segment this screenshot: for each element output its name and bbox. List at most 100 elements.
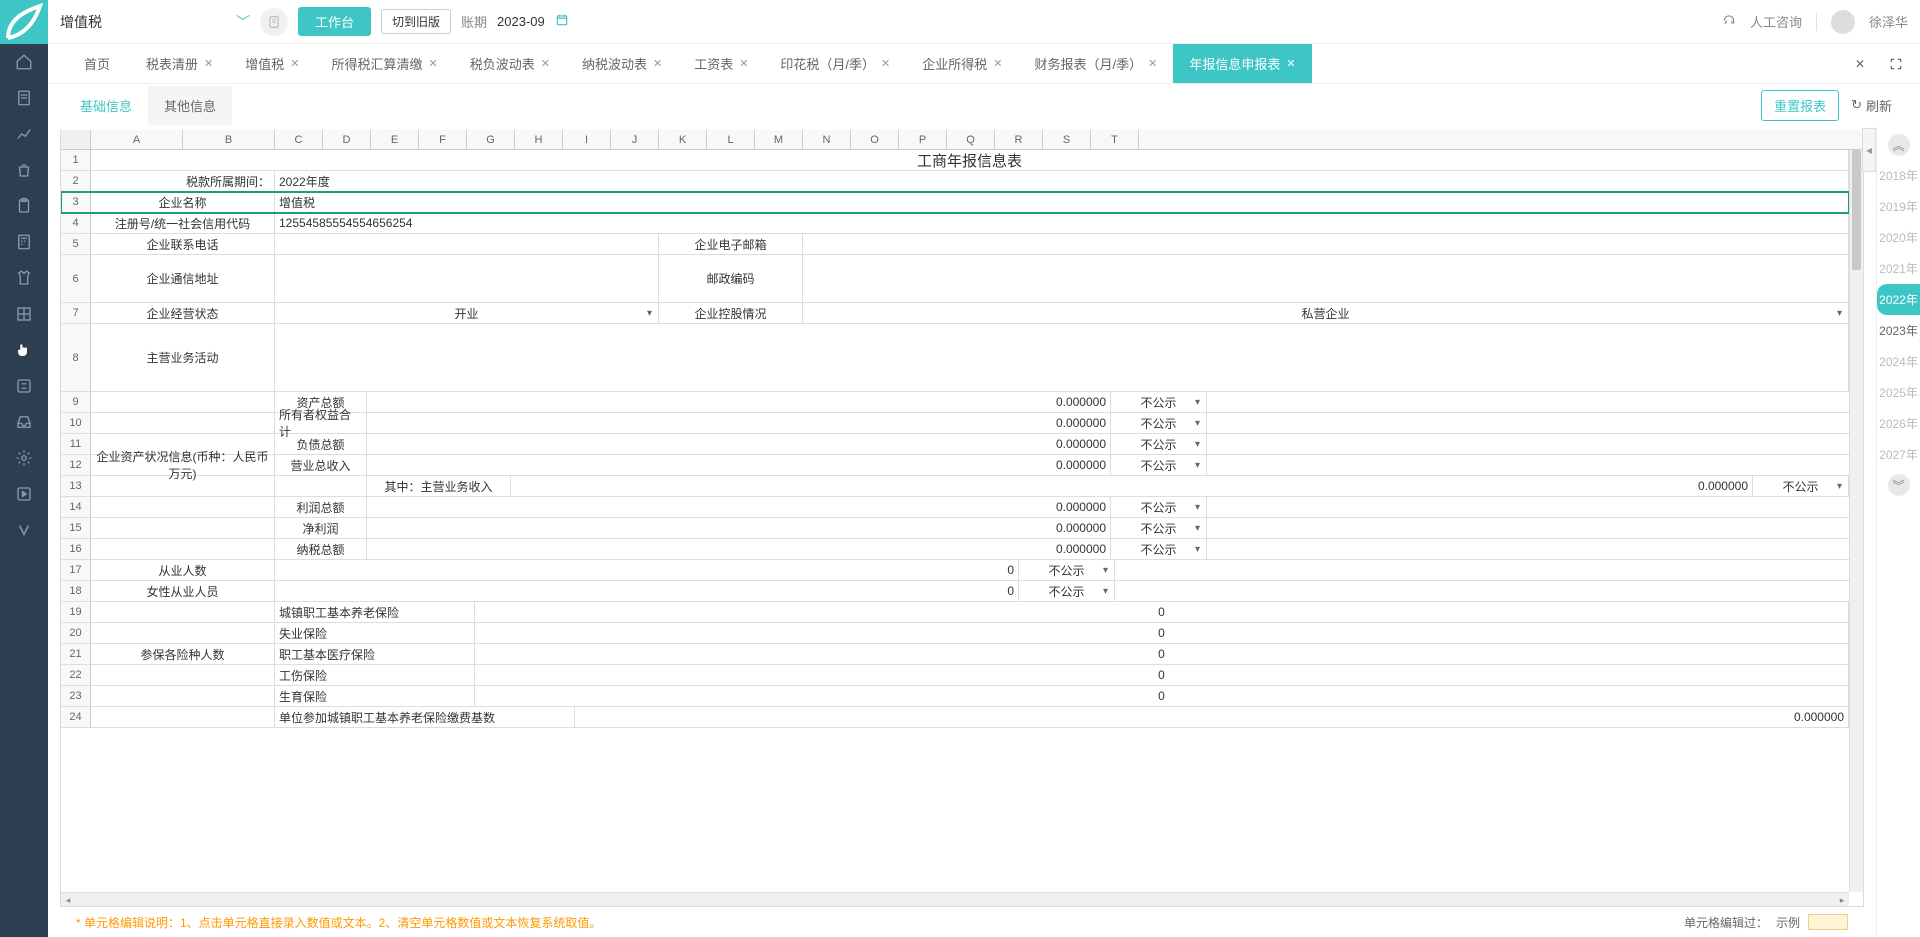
row-header[interactable]: 13 [61,476,91,496]
ins-val[interactable]: 0 [475,602,1849,622]
close-icon[interactable]: ✕ [1286,57,1295,70]
collapse-handle[interactable]: ◂ [1862,128,1876,172]
note-icon[interactable] [260,8,288,36]
tab-纳税波动表[interactable]: 纳税波动表✕ [566,44,678,83]
spreadsheet[interactable]: ABCDEFGHIJKLMNOPQRST 1工商年报信息表2税款所属期间：202… [60,130,1864,907]
row-header[interactable]: 21 [61,644,91,664]
subtab-basic[interactable]: 基础信息 [64,86,148,125]
row-header[interactable]: 4 [61,213,91,233]
row-header[interactable]: 17 [61,560,91,580]
row-header[interactable]: 16 [61,539,91,559]
hand-icon[interactable] [0,332,48,368]
tab-税负波动表[interactable]: 税负波动表✕ [454,44,566,83]
year-2018年[interactable]: 2018年 [1877,160,1920,191]
asset-val[interactable]: 0.000000 [367,539,1111,559]
company-selector[interactable]: 增值税 ﹀ [60,12,250,32]
ins-val[interactable]: 0 [475,644,1849,664]
row-header[interactable]: 14 [61,497,91,517]
refresh-button[interactable]: ↻刷新 [1839,91,1904,120]
ins-val[interactable]: 0 [475,686,1849,706]
dropdown[interactable]: 不公示 [1111,497,1207,517]
year-2021年[interactable]: 2021年 [1877,253,1920,284]
year-2027年[interactable]: 2027年 [1877,439,1920,470]
col-T[interactable]: T [1091,130,1139,149]
biz-val[interactable] [275,324,1849,391]
row-header[interactable]: 24 [61,707,91,727]
transfer-icon[interactable] [0,368,48,404]
close-icon[interactable]: ✕ [290,57,299,70]
col-B[interactable]: B [183,130,275,149]
addr-val[interactable] [275,255,659,302]
asset-val[interactable]: 0.000000 [367,518,1111,538]
avatar[interactable] [1831,10,1855,34]
subtab-other[interactable]: 其他信息 [148,86,232,125]
col-F[interactable]: F [419,130,467,149]
asset-val[interactable]: 0.000000 [367,497,1111,517]
year-2020年[interactable]: 2020年 [1877,222,1920,253]
dropdown[interactable]: 不公示 [1111,392,1207,412]
asset-val[interactable]: 0.000000 [367,455,1111,475]
row-header[interactable]: 22 [61,665,91,685]
dropdown[interactable]: 开业 [275,303,659,323]
close-icon[interactable]: ✕ [881,57,890,70]
tab-工资表[interactable]: 工资表✕ [678,44,764,83]
row-header[interactable]: 3 [61,192,91,212]
dropdown[interactable]: 私营企业 [803,303,1849,323]
email-val[interactable] [803,234,1849,254]
col-I[interactable]: I [563,130,611,149]
horizontal-scrollbar[interactable]: ◂▸ [61,892,1849,906]
year-down-icon[interactable]: ︾ [1888,474,1910,496]
close-icon[interactable]: ✕ [653,57,662,70]
row-header[interactable]: 9 [61,392,91,412]
col-K[interactable]: K [659,130,707,149]
tab-印花税（月/季）[interactable]: 印花税（月/季）✕ [764,44,906,83]
year-2025年[interactable]: 2025年 [1877,377,1920,408]
col-E[interactable]: E [371,130,419,149]
play-icon[interactable] [0,476,48,512]
clipboard-icon[interactable] [0,188,48,224]
close-all-icon[interactable]: ✕ [1846,50,1874,78]
col-S[interactable]: S [1043,130,1091,149]
year-2026年[interactable]: 2026年 [1877,408,1920,439]
tab-所得税汇算清缴[interactable]: 所得税汇算清缴✕ [315,44,453,83]
vertical-scrollbar[interactable] [1849,150,1863,892]
tab-增值税[interactable]: 增值税✕ [229,44,315,83]
col-L[interactable]: L [707,130,755,149]
tab-税表清册[interactable]: 税表清册✕ [130,44,229,83]
switch-old-button[interactable]: 切到旧版 [381,9,451,34]
chart-icon[interactable] [0,116,48,152]
asset-val[interactable]: 0.000000 [367,434,1111,454]
row-header[interactable]: 18 [61,581,91,601]
tab-企业所得税[interactable]: 企业所得税✕ [906,44,1018,83]
dropdown[interactable]: 不公示 [1753,476,1849,496]
dropdown[interactable]: 不公示 [1111,455,1207,475]
row-header[interactable]: 10 [61,413,91,433]
col-A[interactable]: A [91,130,183,149]
row-header[interactable]: 1 [61,150,91,170]
year-2019年[interactable]: 2019年 [1877,191,1920,222]
workspace-button[interactable]: 工作台 [298,7,371,36]
col-H[interactable]: H [515,130,563,149]
row-header[interactable]: 20 [61,623,91,643]
dropdown[interactable]: 不公示 [1111,434,1207,454]
dropdown[interactable]: 不公示 [1019,560,1115,580]
reset-button[interactable]: 重置报表 [1761,90,1839,121]
ins-val[interactable]: 0 [475,623,1849,643]
dropdown[interactable]: 不公示 [1111,539,1207,559]
col-J[interactable]: J [611,130,659,149]
col-M[interactable]: M [755,130,803,149]
doc-icon[interactable] [0,80,48,116]
col-N[interactable]: N [803,130,851,149]
close-icon[interactable]: ✕ [993,57,1002,70]
row-header[interactable]: 12 [61,455,91,475]
col-P[interactable]: P [899,130,947,149]
year-2022年[interactable]: 2022年 [1877,284,1920,315]
dropdown[interactable]: 不公示 [1111,413,1207,433]
asset-val[interactable]: 0.000000 [367,413,1111,433]
bag-icon[interactable] [0,152,48,188]
col-O[interactable]: O [851,130,899,149]
calc-icon[interactable] [0,224,48,260]
col-C[interactable]: C [275,130,323,149]
home-icon[interactable] [0,44,48,80]
period-value[interactable]: 2023-09 [497,14,545,29]
